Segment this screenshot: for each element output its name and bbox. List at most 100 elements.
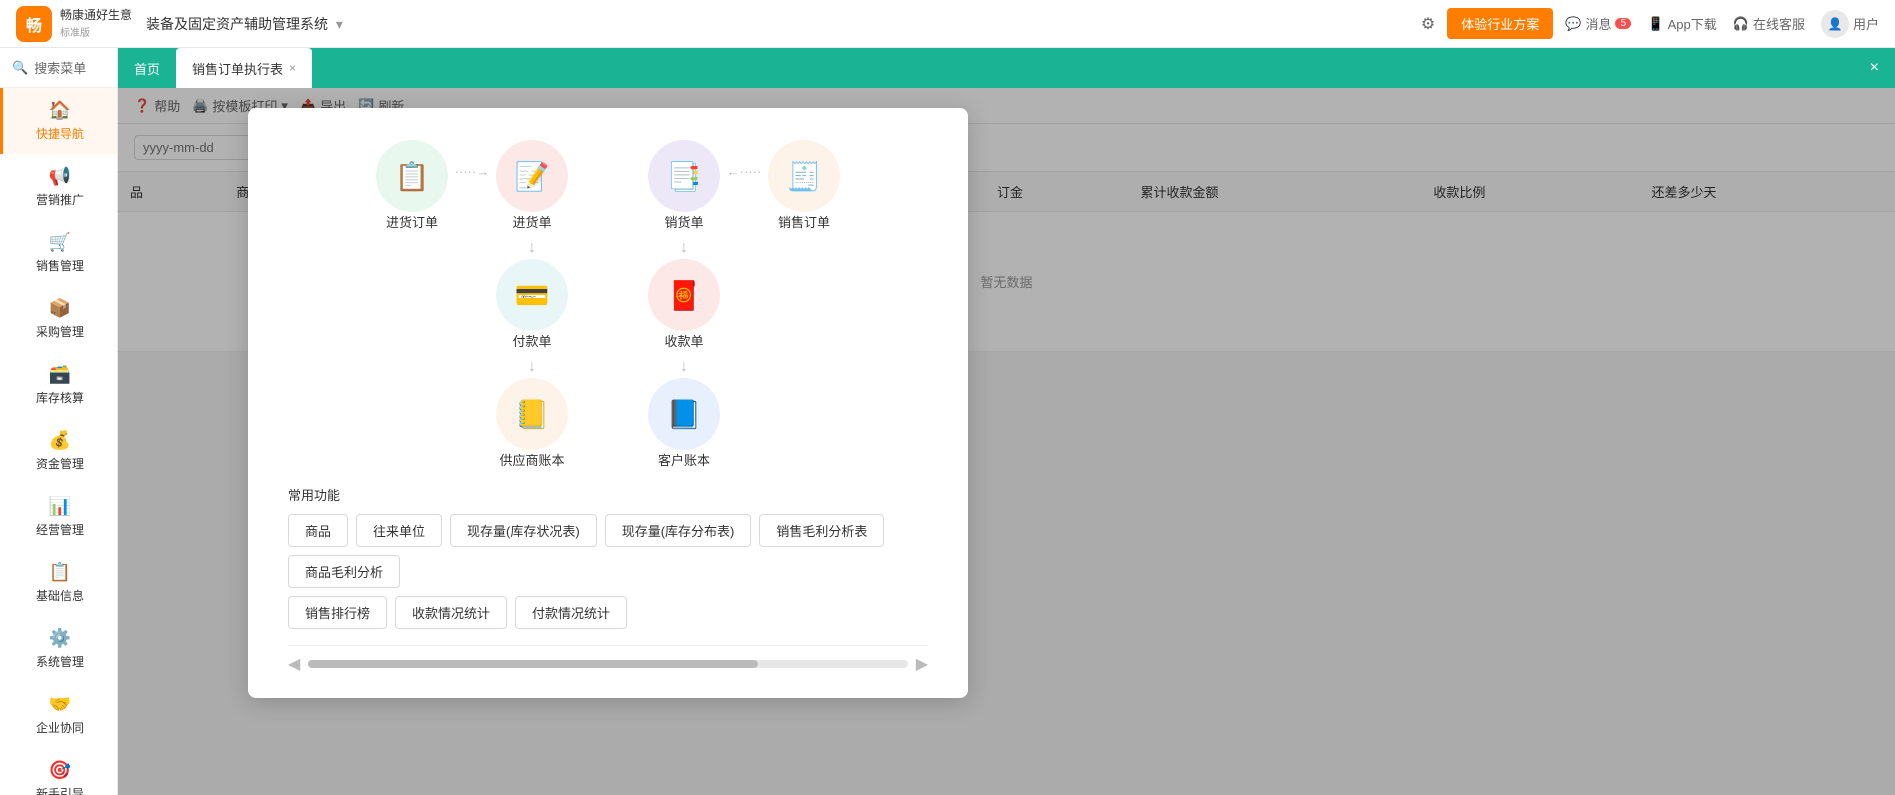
try-btn[interactable]: 体验行业方案 <box>1447 8 1553 39</box>
logo-area: 畅 畅康通好生意 标准版 <box>16 6 134 42</box>
message-badge: 5 <box>1615 18 1631 29</box>
func-title: 常用功能 <box>288 485 928 504</box>
flow-node-supplier-ledger: 📒 供应商账本 <box>496 378 568 469</box>
func-btn-receipt-stats[interactable]: 收款情况统计 <box>395 596 507 629</box>
basic-icon: 📋 <box>49 562 71 583</box>
tab-home[interactable]: 首页 <box>118 48 176 88</box>
payment-circle[interactable]: 💳 <box>496 259 568 331</box>
func-btn-product[interactable]: 商品 <box>288 514 348 547</box>
tab-close-icon[interactable]: × <box>289 61 296 75</box>
sidebar-item-basic[interactable]: 📋 基础信息 <box>0 550 117 616</box>
func-btn-sales-margin[interactable]: 销售毛利分析表 <box>759 514 884 547</box>
sidebar-item-enterprise[interactable]: 🤝 企业协同 <box>0 682 117 748</box>
tab-bar: 首页 销售订单执行表 × × <box>118 48 1895 88</box>
message-btn[interactable]: 💬 消息 5 <box>1565 14 1631 33</box>
func-buttons-2: 销售排行榜 收款情况统计 付款情况统计 <box>288 596 928 629</box>
home-icon: 🏠 <box>49 100 71 121</box>
avatar: 👤 <box>1821 10 1849 38</box>
func-btn-payment-stats[interactable]: 付款情况统计 <box>515 596 627 629</box>
customer-ledger-icon: 📘 <box>667 398 702 431</box>
system-icon: ⚙️ <box>49 628 71 649</box>
app-download-btn[interactable]: 📱 App下载 <box>1647 14 1716 33</box>
logo-sub: 标准版 <box>60 24 132 39</box>
purchase-icon: 📦 <box>49 298 71 319</box>
scroll-left-icon[interactable]: ◀ <box>288 654 300 674</box>
sales-icon: 🛒 <box>49 232 71 253</box>
sales-order-label: 销售订单 <box>778 212 830 231</box>
logo-text: 畅康通好生意 <box>60 8 132 24</box>
online-service-btn[interactable]: 🎧 在线客服 <box>1733 14 1805 33</box>
main-body: 🔍 搜索菜单 🏠 快捷导航 📢 营销推广 🛒 销售管理 📦 采购管理 🗃️ <box>0 48 1895 795</box>
scrollbar-thumb <box>308 660 758 668</box>
sidebar-item-system[interactable]: ⚙️ 系统管理 <box>0 616 117 682</box>
func-btn-contacts[interactable]: 往来单位 <box>356 514 442 547</box>
sales-bill-label: 销货单 <box>664 212 703 231</box>
sidebar-item-operations[interactable]: 📊 经营管理 <box>0 484 117 550</box>
enterprise-icon: 🤝 <box>49 694 71 715</box>
sales-bill-circle[interactable]: 📑 <box>648 140 720 212</box>
dropdown-arrow-icon[interactable]: ▾ <box>336 16 343 32</box>
marketing-icon: 📢 <box>49 166 71 187</box>
modal-scrollbar-area: ◀ ▶ <box>288 645 928 674</box>
flow-node-customer-ledger: 📘 客户账本 <box>648 378 720 469</box>
modal-overlay: 📋 进货订单 ·····→ <box>118 88 1895 795</box>
supplier-ledger-label: 供应商账本 <box>499 450 564 469</box>
sidebar-item-marketing[interactable]: 📢 营销推广 <box>0 154 117 220</box>
flow-node-payment: 💳 付款单 <box>496 259 568 350</box>
supplier-ledger-icon: 📒 <box>515 398 550 431</box>
func-btn-stock-status[interactable]: 现存量(库存状况表) <box>450 514 597 547</box>
sales-order-icon: 🧾 <box>787 160 822 193</box>
service-icon: 🎧 <box>1733 16 1749 32</box>
func-btn-sales-rank[interactable]: 销售排行榜 <box>288 596 387 629</box>
sidebar: 🔍 搜索菜单 🏠 快捷导航 📢 营销推广 🛒 销售管理 📦 采购管理 🗃️ <box>0 48 118 795</box>
customer-ledger-circle[interactable]: 📘 <box>648 378 720 450</box>
search-icon: 🔍 <box>12 60 28 76</box>
purchase-bill-label: 进货单 <box>512 212 551 231</box>
sales-order-circle[interactable]: 🧾 <box>768 140 840 212</box>
flow-node-purchase-order: 📋 进货订单 <box>376 140 448 231</box>
operations-icon: 📊 <box>49 496 71 517</box>
scrollbar-track[interactable] <box>308 660 907 668</box>
scroll-right-icon[interactable]: ▶ <box>916 654 928 674</box>
purchase-order-label: 进货订单 <box>386 212 438 231</box>
func-btn-stock-dist[interactable]: 现存量(库存分布表) <box>605 514 752 547</box>
arrow-receipt-down: ↓ <box>648 358 720 376</box>
sidebar-item-finance[interactable]: 💰 资金管理 <box>0 418 117 484</box>
sidebar-item-quick[interactable]: 🏠 快捷导航 <box>0 88 117 154</box>
purchase-bill-circle[interactable]: 📝 <box>496 140 568 212</box>
arrow-so-to-sb: ←····· <box>720 164 768 179</box>
sidebar-item-sales[interactable]: 🛒 销售管理 <box>0 220 117 286</box>
supplier-ledger-circle[interactable]: 📒 <box>496 378 568 450</box>
quick-nav-modal: 📋 进货订单 ·····→ <box>248 108 968 698</box>
user-area[interactable]: 👤 用户 <box>1821 10 1879 38</box>
flow-node-sales-order: 🧾 销售订单 <box>768 140 840 231</box>
purchase-bill-icon: 📝 <box>515 160 550 193</box>
flow-node-sales-bill: 📑 销货单 <box>648 140 720 231</box>
finance-icon: 💰 <box>49 430 71 451</box>
window-close-icon[interactable]: × <box>1870 59 1895 77</box>
tab-sales-order[interactable]: 销售订单执行表 × <box>176 48 312 88</box>
flow-node-purchase-bill: 📝 进货单 <box>496 140 568 231</box>
arrow-sb-down: ↓ <box>648 239 720 257</box>
sidebar-item-newbie[interactable]: 🎯 新手引导 <box>0 748 117 795</box>
search-menu[interactable]: 🔍 搜索菜单 <box>0 48 117 88</box>
flow-node-receipt: 🧧 收款单 <box>648 259 720 350</box>
content-area: 首页 销售订单执行表 × × ❓ 帮助 🖨️ <box>118 48 1895 795</box>
common-functions: 常用功能 商品 往来单位 现存量(库存状况表) 现存量(库存分布表) 销售毛利分… <box>288 485 928 629</box>
receipt-label: 收款单 <box>664 331 703 350</box>
system-title: 装备及固定资产辅助管理系统 ▾ <box>146 14 1409 34</box>
receipt-circle[interactable]: 🧧 <box>648 259 720 331</box>
gear-icon[interactable]: ⚙ <box>1421 14 1435 34</box>
header-right: 💬 消息 5 📱 App下载 🎧 在线客服 👤 用户 <box>1565 10 1879 38</box>
purchase-order-circle[interactable]: 📋 <box>376 140 448 212</box>
logo-icon: 畅 <box>16 6 52 42</box>
sidebar-item-inventory[interactable]: 🗃️ 库存核算 <box>0 352 117 418</box>
sales-bill-icon: 📑 <box>667 160 702 193</box>
inventory-icon: 🗃️ <box>49 364 71 385</box>
receipt-icon: 🧧 <box>667 279 702 312</box>
func-btn-product-margin[interactable]: 商品毛利分析 <box>288 555 400 588</box>
message-icon: 💬 <box>1565 16 1581 32</box>
newbie-icon: 🎯 <box>49 760 71 781</box>
func-buttons: 商品 往来单位 现存量(库存状况表) 现存量(库存分布表) 销售毛利分析表 商品… <box>288 514 928 588</box>
sidebar-item-purchase[interactable]: 📦 采购管理 <box>0 286 117 352</box>
